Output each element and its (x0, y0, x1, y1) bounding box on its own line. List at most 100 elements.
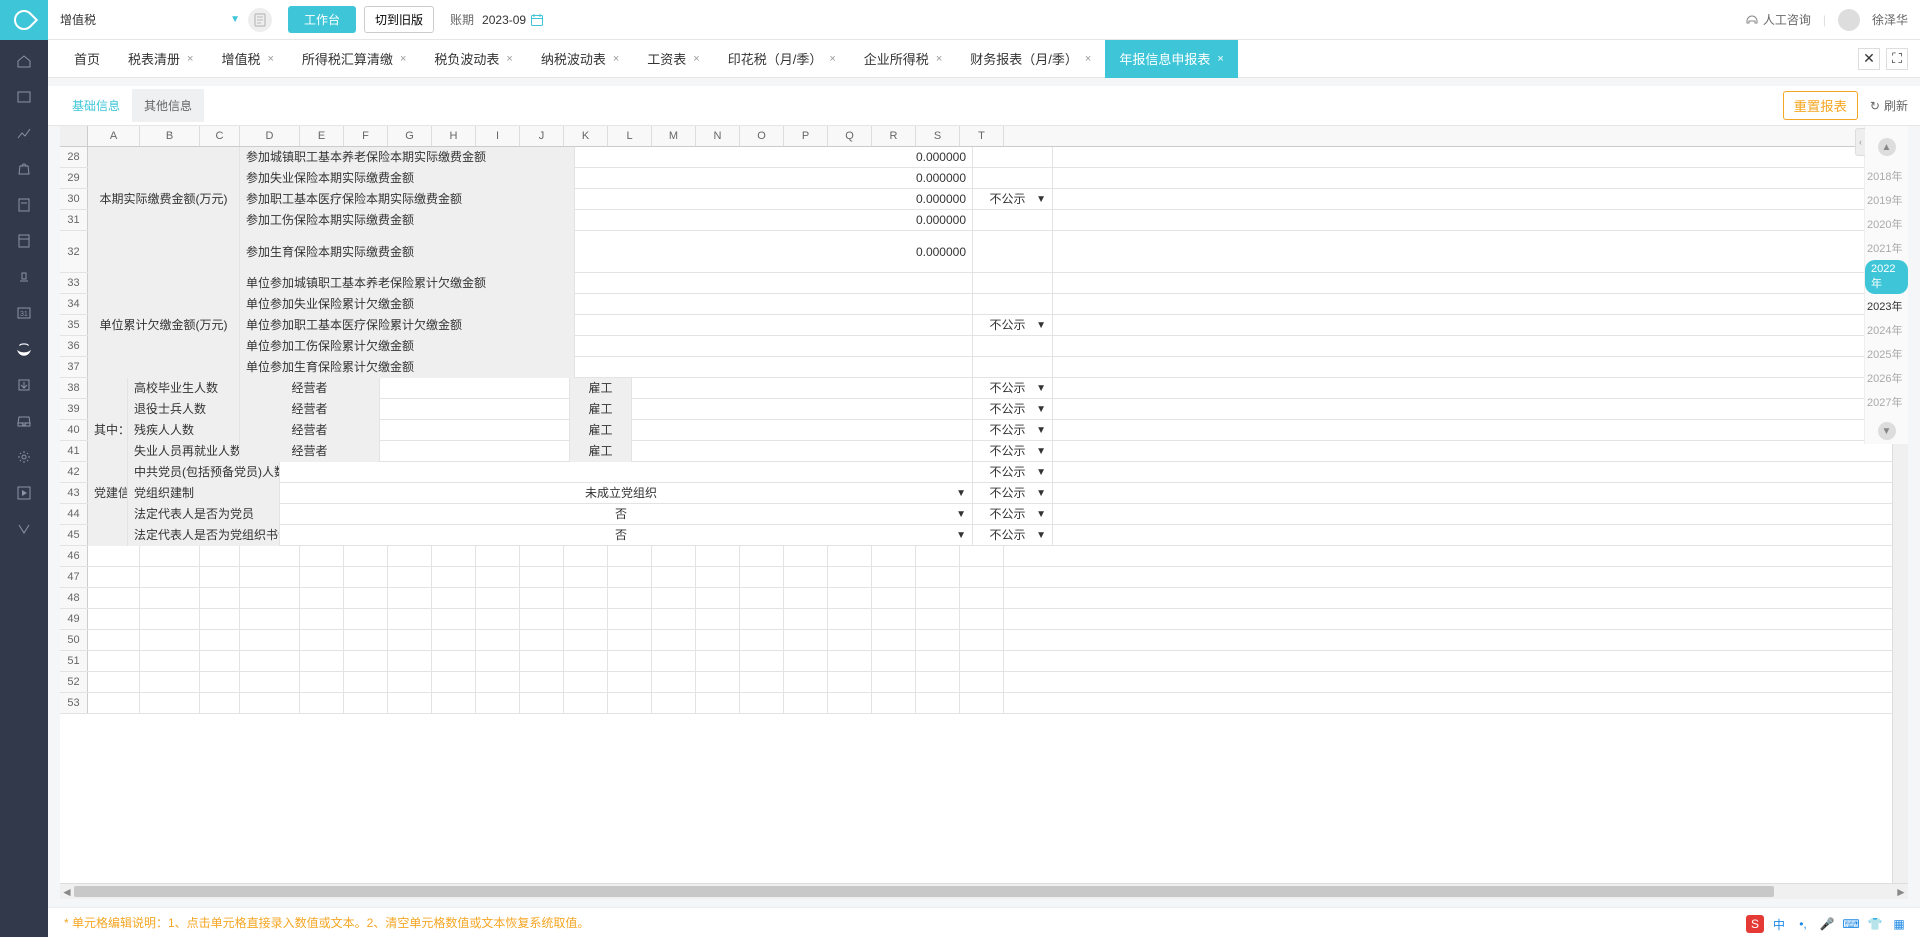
column-header[interactable]: H (432, 126, 476, 146)
subtab-other[interactable]: 其他信息 (132, 89, 204, 122)
cell[interactable] (564, 630, 608, 651)
cell[interactable] (520, 588, 564, 609)
cell[interactable] (240, 693, 300, 714)
cell[interactable] (300, 630, 344, 651)
cell[interactable] (828, 567, 872, 588)
column-header[interactable]: B (140, 126, 200, 146)
cell[interactable] (740, 651, 784, 672)
cell[interactable] (200, 672, 240, 693)
cell[interactable] (608, 567, 652, 588)
cell[interactable] (476, 546, 520, 567)
cell[interactable] (388, 609, 432, 630)
column-header[interactable]: R (872, 126, 916, 146)
value-cell[interactable]: 0.000000 (575, 168, 973, 189)
year-item[interactable]: 2022年 (1865, 260, 1908, 294)
row-header[interactable]: 43 (60, 483, 88, 503)
cell[interactable] (88, 693, 140, 714)
date-icon[interactable]: 31 (15, 304, 33, 322)
ime-sogou-icon[interactable]: S (1746, 915, 1764, 933)
scroll-right-arrow[interactable]: ► (1894, 884, 1908, 900)
display-select[interactable]: 不公示▼ (973, 315, 1053, 336)
cell[interactable] (828, 672, 872, 693)
cell[interactable] (784, 672, 828, 693)
expand-button[interactable]: ⛶ (1886, 48, 1908, 70)
tab-10[interactable]: 年报信息申报表× (1105, 40, 1237, 78)
cell[interactable] (520, 630, 564, 651)
value-cell[interactable] (575, 357, 973, 378)
cell[interactable] (828, 546, 872, 567)
switch-old-button[interactable]: 切到旧版 (364, 6, 434, 33)
cell[interactable] (960, 609, 1004, 630)
tab-0[interactable]: 首页 (60, 40, 114, 78)
cell[interactable] (960, 630, 1004, 651)
value-select[interactable]: 否▼ (280, 504, 973, 525)
cell[interactable] (240, 651, 300, 672)
display-select[interactable]: 不公示▼ (973, 525, 1053, 546)
cell[interactable] (960, 567, 1004, 588)
cell[interactable] (960, 672, 1004, 693)
value-cell[interactable] (380, 441, 570, 462)
cell[interactable] (784, 567, 828, 588)
cell[interactable] (740, 567, 784, 588)
close-icon[interactable]: × (506, 53, 512, 65)
close-icon[interactable]: × (187, 53, 193, 65)
cell[interactable] (916, 567, 960, 588)
cell[interactable] (916, 693, 960, 714)
row-header[interactable]: 51 (60, 651, 88, 671)
cell[interactable] (140, 672, 200, 693)
row-header[interactable]: 28 (60, 147, 88, 167)
ime-mic-icon[interactable]: 🎤 (1818, 915, 1836, 933)
folder-icon[interactable] (15, 88, 33, 106)
cell[interactable] (828, 609, 872, 630)
cell[interactable] (240, 672, 300, 693)
cell[interactable] (140, 609, 200, 630)
cell[interactable] (960, 651, 1004, 672)
cell[interactable] (344, 567, 388, 588)
ime-lang-icon[interactable]: 中 (1770, 915, 1788, 933)
cell[interactable] (740, 693, 784, 714)
cell[interactable] (872, 651, 916, 672)
cell[interactable] (432, 651, 476, 672)
row-header[interactable]: 32 (60, 231, 88, 272)
ime-toolbox-icon[interactable]: ▦ (1890, 915, 1908, 933)
cell[interactable] (388, 567, 432, 588)
cell[interactable] (300, 546, 344, 567)
tax-type-select[interactable]: 增值税 ▼ (60, 11, 240, 28)
cell[interactable] (564, 693, 608, 714)
cell[interactable] (696, 630, 740, 651)
cell[interactable] (564, 546, 608, 567)
gear-icon[interactable] (15, 448, 33, 466)
year-up-button[interactable]: ▲ (1878, 138, 1896, 156)
cell[interactable] (740, 546, 784, 567)
cell[interactable] (476, 609, 520, 630)
row-header[interactable]: 53 (60, 693, 88, 713)
stamp-icon[interactable] (15, 268, 33, 286)
row-header[interactable]: 36 (60, 336, 88, 356)
cell[interactable] (200, 693, 240, 714)
cell[interactable] (652, 567, 696, 588)
row-header[interactable]: 42 (60, 462, 88, 482)
close-icon[interactable]: × (613, 53, 619, 65)
close-icon[interactable]: × (400, 53, 406, 65)
column-header[interactable]: I (476, 126, 520, 146)
column-header[interactable]: C (200, 126, 240, 146)
cell[interactable] (564, 672, 608, 693)
cell[interactable] (696, 567, 740, 588)
close-all-button[interactable]: ✕ (1858, 48, 1880, 70)
cell[interactable] (200, 588, 240, 609)
cell[interactable] (88, 609, 140, 630)
cell[interactable] (872, 567, 916, 588)
inbox-icon[interactable] (15, 412, 33, 430)
cell[interactable] (608, 651, 652, 672)
display-select[interactable]: 不公示▼ (973, 441, 1053, 462)
value-cell[interactable]: 0.000000 (575, 231, 973, 273)
value-cell[interactable] (575, 294, 973, 315)
cell[interactable] (300, 567, 344, 588)
cell[interactable] (300, 651, 344, 672)
value-select[interactable]: 否▼ (280, 525, 973, 546)
cell[interactable] (784, 630, 828, 651)
value-cell[interactable] (575, 273, 973, 294)
value-cell[interactable] (632, 441, 973, 462)
cell[interactable] (652, 546, 696, 567)
year-item[interactable]: 2025年 (1865, 342, 1908, 366)
